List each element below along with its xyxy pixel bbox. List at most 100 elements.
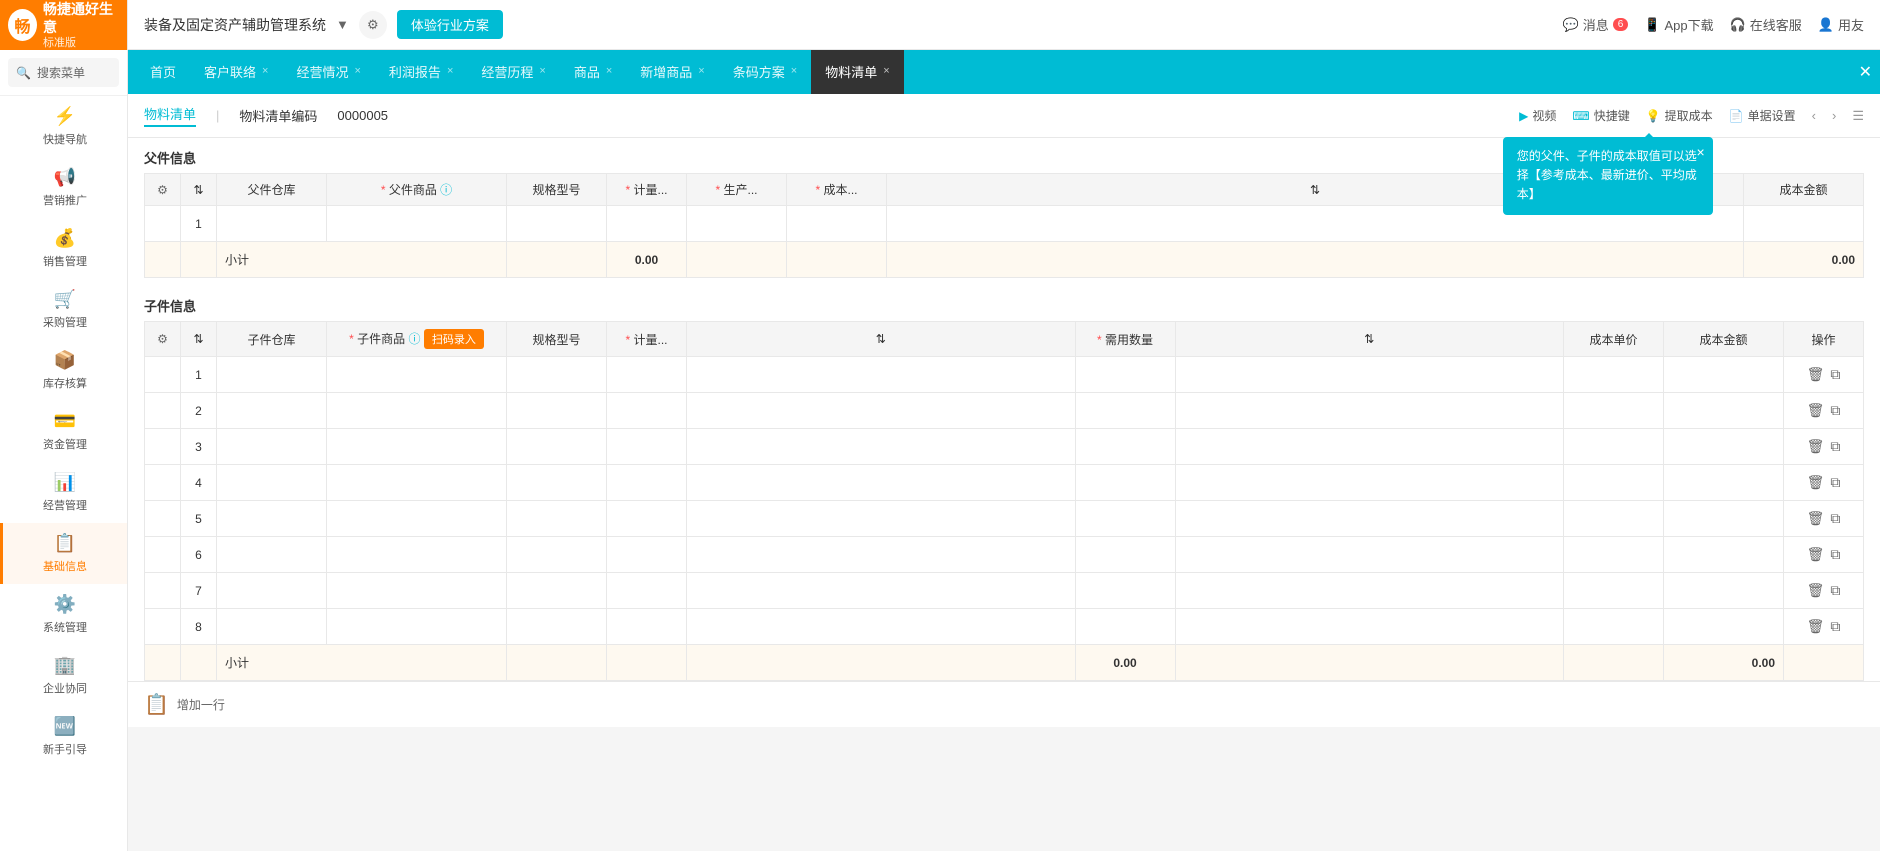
message-button[interactable]: 💬 消息 6 bbox=[1563, 15, 1629, 34]
single-settings-button[interactable]: 📄 单据设置 bbox=[1729, 107, 1796, 124]
try-button[interactable]: 体验行业方案 bbox=[397, 10, 503, 39]
sidebar-item-operation[interactable]: 📊 经营管理 bbox=[0, 462, 127, 523]
child-row-2: 2 🗑 ⧉ bbox=[145, 393, 1864, 429]
copy-icon-6[interactable]: ⧉ bbox=[1830, 546, 1840, 563]
child-row-4: 4 🗑 ⧉ bbox=[145, 465, 1864, 501]
sidebar-item-marketing[interactable]: 📢 营销推广 bbox=[0, 157, 127, 218]
nav-tab-7[interactable]: 条码方案× bbox=[719, 50, 811, 94]
nav-prev-icon[interactable]: ‹ bbox=[1812, 108, 1816, 123]
message-badge: 6 bbox=[1613, 18, 1629, 31]
nav-tab-0[interactable]: 首页 bbox=[136, 50, 190, 94]
delete-icon-8[interactable]: 🗑 bbox=[1807, 618, 1825, 635]
copy-icon-2[interactable]: ⧉ bbox=[1830, 402, 1840, 419]
parent-col-settings: ⚙ bbox=[145, 174, 181, 206]
sidebar-item-system[interactable]: ⚙️ 系统管理 bbox=[0, 584, 127, 645]
child-settings-icon[interactable]: ⚙ bbox=[157, 332, 168, 346]
close-all-tabs-icon[interactable]: ✕ bbox=[1859, 62, 1872, 82]
system-icon: ⚙️ bbox=[54, 594, 76, 615]
expand-icon[interactable]: 📋 bbox=[144, 692, 169, 717]
sidebar-item-finance[interactable]: 💳 资金管理 bbox=[0, 401, 127, 462]
parent-col-produce: * 生产... bbox=[687, 174, 787, 206]
operation-icon: 📊 bbox=[54, 472, 76, 493]
nav-tab-1[interactable]: 客户联络× bbox=[190, 50, 282, 94]
menu-icon[interactable]: ☰ bbox=[1852, 108, 1864, 124]
child-col-cost-amount: 成本金额 bbox=[1664, 322, 1784, 357]
tab-bill-list[interactable]: 物料清单 bbox=[144, 104, 196, 127]
tab-close-6[interactable]: × bbox=[698, 65, 704, 77]
tab-close-2[interactable]: × bbox=[354, 65, 360, 77]
sidebar-item-purchase[interactable]: 🛒 采购管理 bbox=[0, 279, 127, 340]
logo-icon: 畅 bbox=[8, 9, 37, 41]
delete-icon-2[interactable]: 🗑 bbox=[1807, 402, 1825, 419]
delete-icon-4[interactable]: 🗑 bbox=[1807, 474, 1825, 491]
copy-icon-7[interactable]: ⧉ bbox=[1830, 582, 1840, 599]
app-download-button[interactable]: 📱 App下载 bbox=[1644, 15, 1713, 34]
sidebar-item-guide[interactable]: 🆕 新手引导 bbox=[0, 706, 127, 767]
tab-label-5: 商品 bbox=[574, 62, 600, 81]
child-section-title: 子件信息 bbox=[144, 286, 1864, 321]
view-video-button[interactable]: ▶ 视频 bbox=[1519, 107, 1556, 124]
tab-bill-code[interactable]: 物料清单编码 bbox=[239, 106, 317, 125]
cost-button[interactable]: 💡 提取成本 × 您的父件、子件的成本取值可以选择【参考成本、最新进价、平均成本… bbox=[1646, 107, 1713, 124]
delete-icon-1[interactable]: 🗑 bbox=[1807, 366, 1825, 383]
search-menu-button[interactable]: 🔍 搜索菜单 bbox=[8, 58, 119, 87]
shortcut-button[interactable]: ⌨ 快捷键 bbox=[1572, 107, 1629, 124]
delete-icon-5[interactable]: 🗑 bbox=[1807, 510, 1825, 527]
bill-code: 0000005 bbox=[337, 108, 388, 123]
copy-icon-5[interactable]: ⧉ bbox=[1830, 510, 1840, 527]
child-row-1: 1 🗑 ⧉ bbox=[145, 357, 1864, 393]
tab-close-1[interactable]: × bbox=[262, 65, 268, 77]
nav-next-icon[interactable]: › bbox=[1832, 108, 1836, 123]
keyboard-icon: ⌨ bbox=[1572, 109, 1589, 123]
nav-tab-8[interactable]: 物料清单× bbox=[811, 50, 903, 94]
copy-icon-3[interactable]: ⧉ bbox=[1830, 438, 1840, 455]
tab-close-5[interactable]: × bbox=[606, 65, 612, 77]
online-service-button[interactable]: 🎧 在线客服 bbox=[1730, 15, 1802, 34]
delete-icon-6[interactable]: 🗑 bbox=[1807, 546, 1825, 563]
search-icon: 🔍 bbox=[16, 66, 31, 80]
nav-tab-2[interactable]: 经营情况× bbox=[282, 50, 374, 94]
parent-col-unit: * 计量... bbox=[607, 174, 687, 206]
child-col-sort: ⇅ bbox=[181, 322, 217, 357]
child-col-price: 成本单价 bbox=[1564, 322, 1664, 357]
nav-tab-5[interactable]: 商品 × bbox=[560, 50, 626, 94]
tab-close-4[interactable]: × bbox=[539, 65, 545, 77]
enterprise-icon: 🏢 bbox=[54, 655, 76, 676]
tab-label-6: 新增商品 bbox=[640, 62, 692, 81]
parent-col-cost-amount: 成本金额 bbox=[1744, 174, 1864, 206]
child-col-sort3: ⇅ bbox=[1175, 322, 1564, 357]
tooltip-close-icon[interactable]: × bbox=[1697, 141, 1705, 163]
parent-col-sort: ⇅ bbox=[181, 174, 217, 206]
copy-icon-8[interactable]: ⧉ bbox=[1830, 618, 1840, 635]
nav-tab-3[interactable]: 利润报告× bbox=[375, 50, 467, 94]
delete-icon-7[interactable]: 🗑 bbox=[1807, 582, 1825, 599]
nav-tab-6[interactable]: 新增商品 × bbox=[626, 50, 718, 94]
nav-tab-4[interactable]: 经营历程× bbox=[467, 50, 559, 94]
sidebar-item-sales[interactable]: 💰 销售管理 bbox=[0, 218, 127, 279]
child-col-action: 操作 bbox=[1784, 322, 1864, 357]
copy-icon-4[interactable]: ⧉ bbox=[1830, 474, 1840, 491]
message-icon: 💬 bbox=[1563, 17, 1579, 33]
child-subtotal-label: 小计 bbox=[217, 645, 507, 681]
child-col-product: * 子件商品 ⓘ 扫码录入 bbox=[327, 322, 507, 357]
settings-icon[interactable]: ⚙ bbox=[359, 11, 387, 39]
child-row-5: 5 🗑 ⧉ bbox=[145, 501, 1864, 537]
tab-close-3[interactable]: × bbox=[447, 65, 453, 77]
user-menu[interactable]: 👤 用友 bbox=[1818, 15, 1864, 34]
settings-doc-icon: 📄 bbox=[1729, 109, 1744, 123]
child-row-8: 8 🗑 ⧉ bbox=[145, 609, 1864, 645]
tab-close-7[interactable]: × bbox=[791, 65, 797, 77]
sidebar-item-basic-info[interactable]: 📋 基础信息 bbox=[0, 523, 127, 584]
sidebar-item-quick-nav[interactable]: ⚡ 快捷导航 bbox=[0, 96, 127, 157]
copy-icon-1[interactable]: ⧉ bbox=[1830, 366, 1840, 383]
header-dropdown-icon[interactable]: ▼ bbox=[336, 17, 349, 32]
marketing-icon: 📢 bbox=[54, 167, 76, 188]
tab-close-8[interactable]: × bbox=[883, 65, 889, 77]
parent-settings-icon[interactable]: ⚙ bbox=[157, 183, 168, 197]
sidebar-item-inventory[interactable]: 📦 库存核算 bbox=[0, 340, 127, 401]
headset-icon: 🎧 bbox=[1730, 17, 1746, 33]
sidebar-item-enterprise[interactable]: 🏢 企业协同 bbox=[0, 645, 127, 706]
delete-icon-3[interactable]: 🗑 bbox=[1807, 438, 1825, 455]
scan-input-button[interactable]: 扫码录入 bbox=[424, 329, 484, 349]
page-header: 物料清单 | 物料清单编码 0000005 ▶ 视频 ⌨ 快捷键 💡 提取成 bbox=[128, 94, 1880, 138]
